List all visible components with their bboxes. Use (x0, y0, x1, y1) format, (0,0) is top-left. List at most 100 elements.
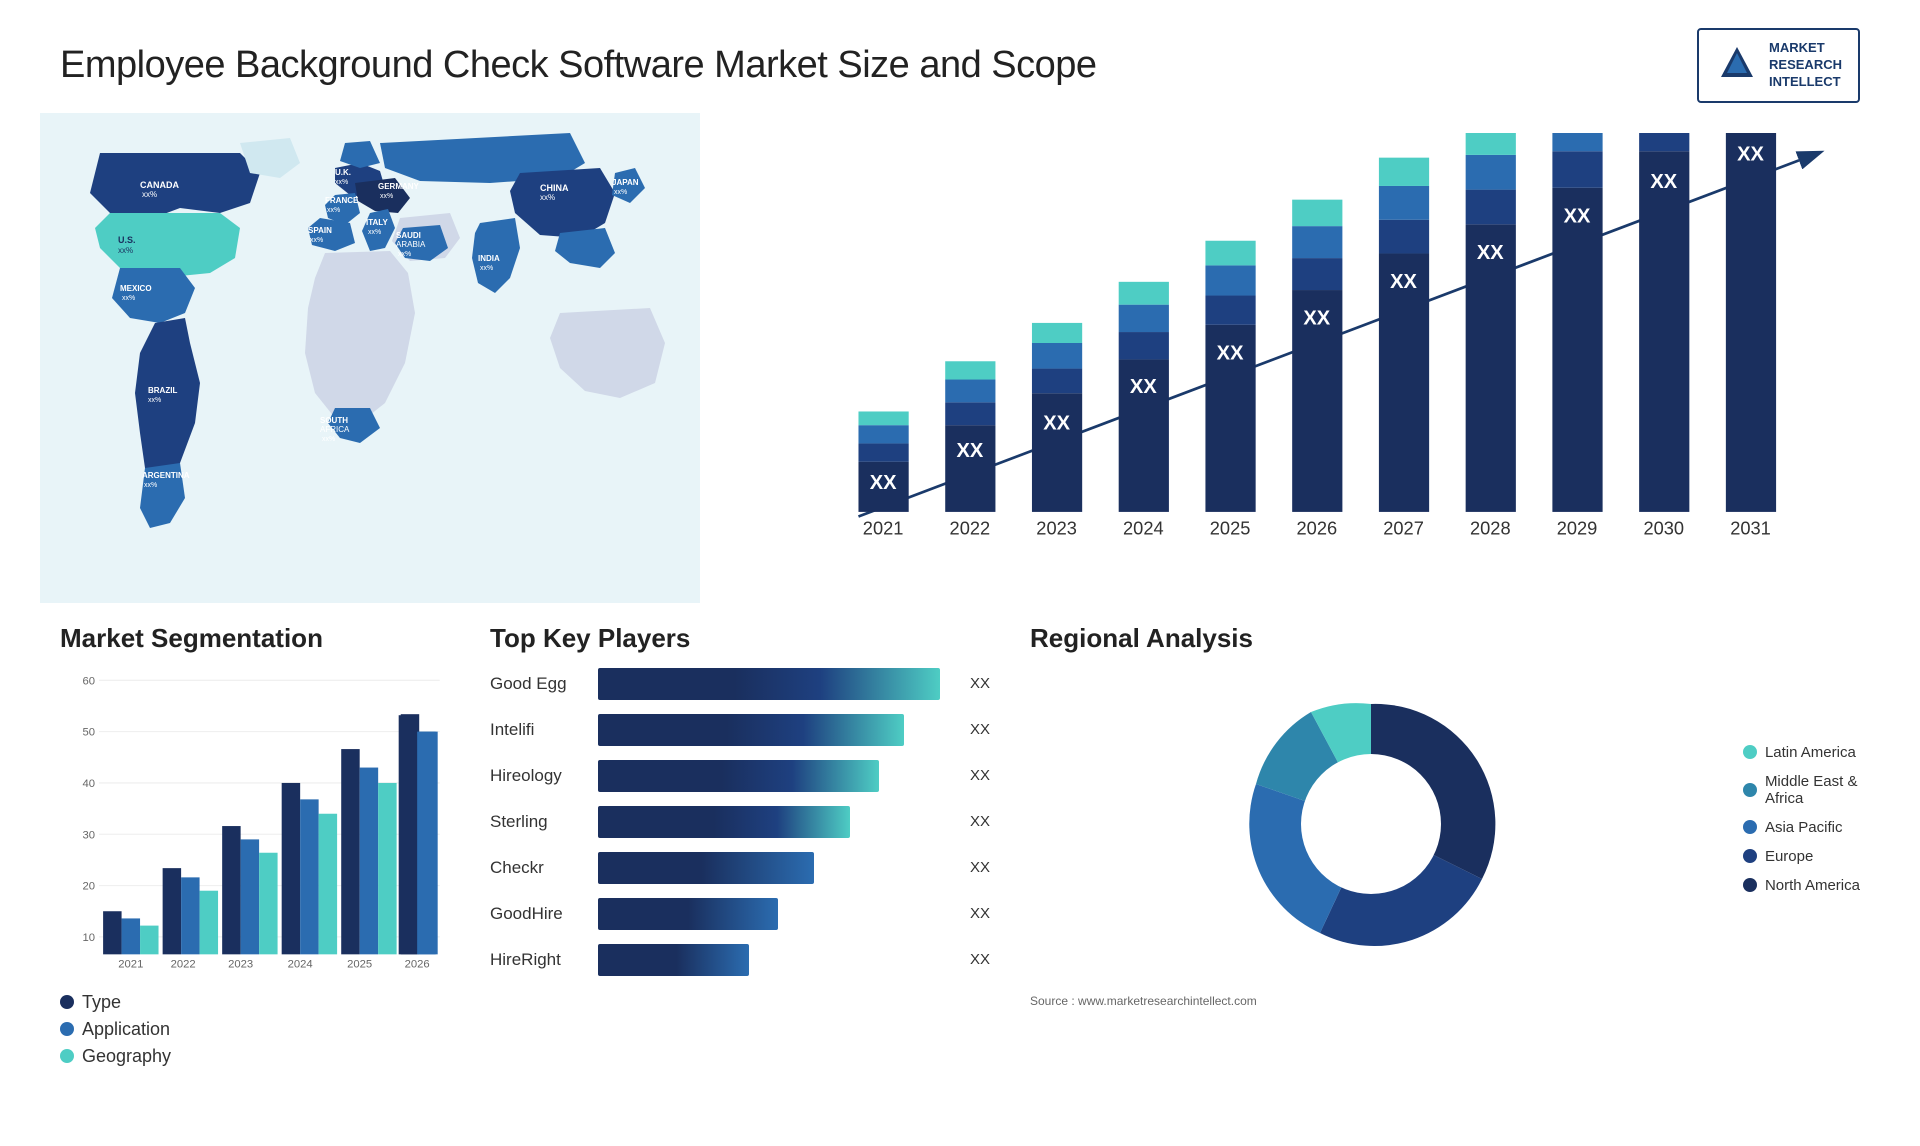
player-value: XX (970, 675, 990, 692)
source-text: Source : www.marketresearchintellect.com (1030, 994, 1860, 1008)
reg-label-mea: Middle East &Africa (1765, 773, 1858, 807)
svg-text:FRANCE: FRANCE (325, 196, 359, 205)
player-row: GoodHire XX (490, 898, 990, 930)
player-bar-fill (598, 898, 778, 930)
legend-europe: Europe (1743, 848, 1860, 865)
player-bar-fill (598, 668, 940, 700)
players-section: Top Key Players Good Egg XX Intelifi XX (470, 613, 1010, 1043)
segmentation-legend: Type Application Geography (60, 992, 450, 1067)
svg-text:2022: 2022 (171, 958, 196, 970)
svg-text:2023: 2023 (228, 958, 253, 970)
header: Employee Background Check Software Marke… (0, 0, 1920, 113)
seg-chart: 60 50 40 30 20 10 (60, 664, 450, 984)
legend-type: Type (60, 992, 450, 1013)
svg-text:XX: XX (1737, 143, 1764, 165)
svg-text:XX: XX (870, 472, 897, 494)
svg-text:2025: 2025 (347, 958, 372, 970)
player-name: Good Egg (490, 674, 590, 694)
regional-section: Regional Analysis (1010, 613, 1880, 1043)
svg-text:XX: XX (1217, 342, 1244, 364)
svg-text:10: 10 (82, 932, 95, 944)
legend-app-label: Application (82, 1019, 170, 1040)
svg-text:2026: 2026 (405, 958, 430, 970)
bottom-section: Market Segmentation 60 50 40 30 20 10 (40, 613, 1880, 1043)
legend-type-label: Type (82, 992, 121, 1013)
svg-text:XX: XX (1043, 412, 1070, 434)
player-value: XX (970, 767, 990, 784)
svg-text:xx%: xx% (327, 207, 340, 214)
svg-text:2021: 2021 (118, 958, 143, 970)
segmentation-title: Market Segmentation (60, 623, 450, 654)
player-name: Hireology (490, 766, 590, 786)
svg-text:2025: 2025 (1210, 517, 1251, 538)
svg-text:XX: XX (1303, 307, 1330, 329)
svg-text:xx%: xx% (322, 436, 335, 443)
svg-text:xx%: xx% (118, 246, 133, 255)
svg-text:xx%: xx% (540, 193, 555, 202)
legend-geo-label: Geography (82, 1046, 171, 1067)
svg-text:40: 40 (82, 778, 95, 790)
reg-label-latin: Latin America (1765, 744, 1856, 761)
svg-text:XX: XX (1564, 205, 1591, 227)
reg-dot-apac (1743, 820, 1757, 834)
legend-type-dot (60, 995, 74, 1009)
svg-text:2028: 2028 (1470, 517, 1511, 538)
reg-label-europe: Europe (1765, 848, 1813, 865)
svg-text:SAUDI: SAUDI (396, 231, 421, 240)
player-row: Good Egg XX (490, 668, 990, 700)
player-row: Checkr XX (490, 852, 990, 884)
players-list: Good Egg XX Intelifi XX Hireology (490, 668, 990, 976)
svg-text:xx%: xx% (335, 179, 348, 186)
svg-text:xx%: xx% (310, 237, 323, 244)
player-value: XX (970, 813, 990, 830)
main-content: CANADA xx% U.S. xx% MEXICO xx% BRAZIL xx… (0, 113, 1920, 1063)
player-row: Hireology XX (490, 760, 990, 792)
svg-text:2024: 2024 (288, 958, 313, 970)
legend-middle-east: Middle East &Africa (1743, 773, 1860, 807)
svg-text:XX: XX (956, 440, 983, 462)
logo-icon (1715, 43, 1759, 87)
legend-app-dot (60, 1022, 74, 1036)
svg-text:2031: 2031 (1730, 517, 1771, 538)
svg-text:xx%: xx% (148, 397, 161, 404)
svg-text:xx%: xx% (480, 265, 493, 272)
svg-text:XX: XX (1477, 242, 1504, 264)
reg-label-na: North America (1765, 877, 1860, 894)
player-name: HireRight (490, 950, 590, 970)
page-title: Employee Background Check Software Marke… (60, 44, 1097, 87)
svg-text:ARGENTINA: ARGENTINA (142, 471, 190, 480)
svg-text:XX: XX (1390, 271, 1417, 293)
svg-text:ITALY: ITALY (366, 218, 388, 227)
player-bar (598, 760, 958, 792)
reg-dot-na (1743, 878, 1757, 892)
player-bar (598, 806, 958, 838)
svg-text:SOUTH: SOUTH (320, 416, 348, 425)
player-value: XX (970, 905, 990, 922)
svg-text:2021: 2021 (863, 517, 904, 538)
svg-text:2024: 2024 (1123, 517, 1164, 538)
svg-text:xx%: xx% (614, 189, 627, 196)
logo-text: MARKET RESEARCH INTELLECT (1769, 40, 1842, 91)
donut-svg (1231, 684, 1511, 964)
player-name: Checkr (490, 858, 590, 878)
player-bar (598, 668, 958, 700)
reg-dot-latin (1743, 745, 1757, 759)
svg-text:BRAZIL: BRAZIL (148, 386, 177, 395)
svg-text:xx%: xx% (380, 193, 393, 200)
svg-text:30: 30 (82, 829, 95, 841)
svg-text:XX: XX (1130, 376, 1157, 398)
legend-asia-pacific: Asia Pacific (1743, 819, 1860, 836)
player-bar (598, 852, 958, 884)
player-bar-fill (598, 714, 904, 746)
bar-chart: XX XX XX XX (720, 113, 1880, 603)
svg-text:MEXICO: MEXICO (120, 284, 152, 293)
svg-text:JAPAN: JAPAN (612, 178, 639, 187)
legend-geography: Geography (60, 1046, 450, 1067)
player-name: Intelifi (490, 720, 590, 740)
svg-text:xx%: xx% (398, 251, 411, 258)
player-bar-fill (598, 806, 850, 838)
svg-text:2030: 2030 (1643, 517, 1684, 538)
reg-label-apac: Asia Pacific (1765, 819, 1843, 836)
player-bar (598, 714, 958, 746)
legend-north-america: North America (1743, 877, 1860, 894)
